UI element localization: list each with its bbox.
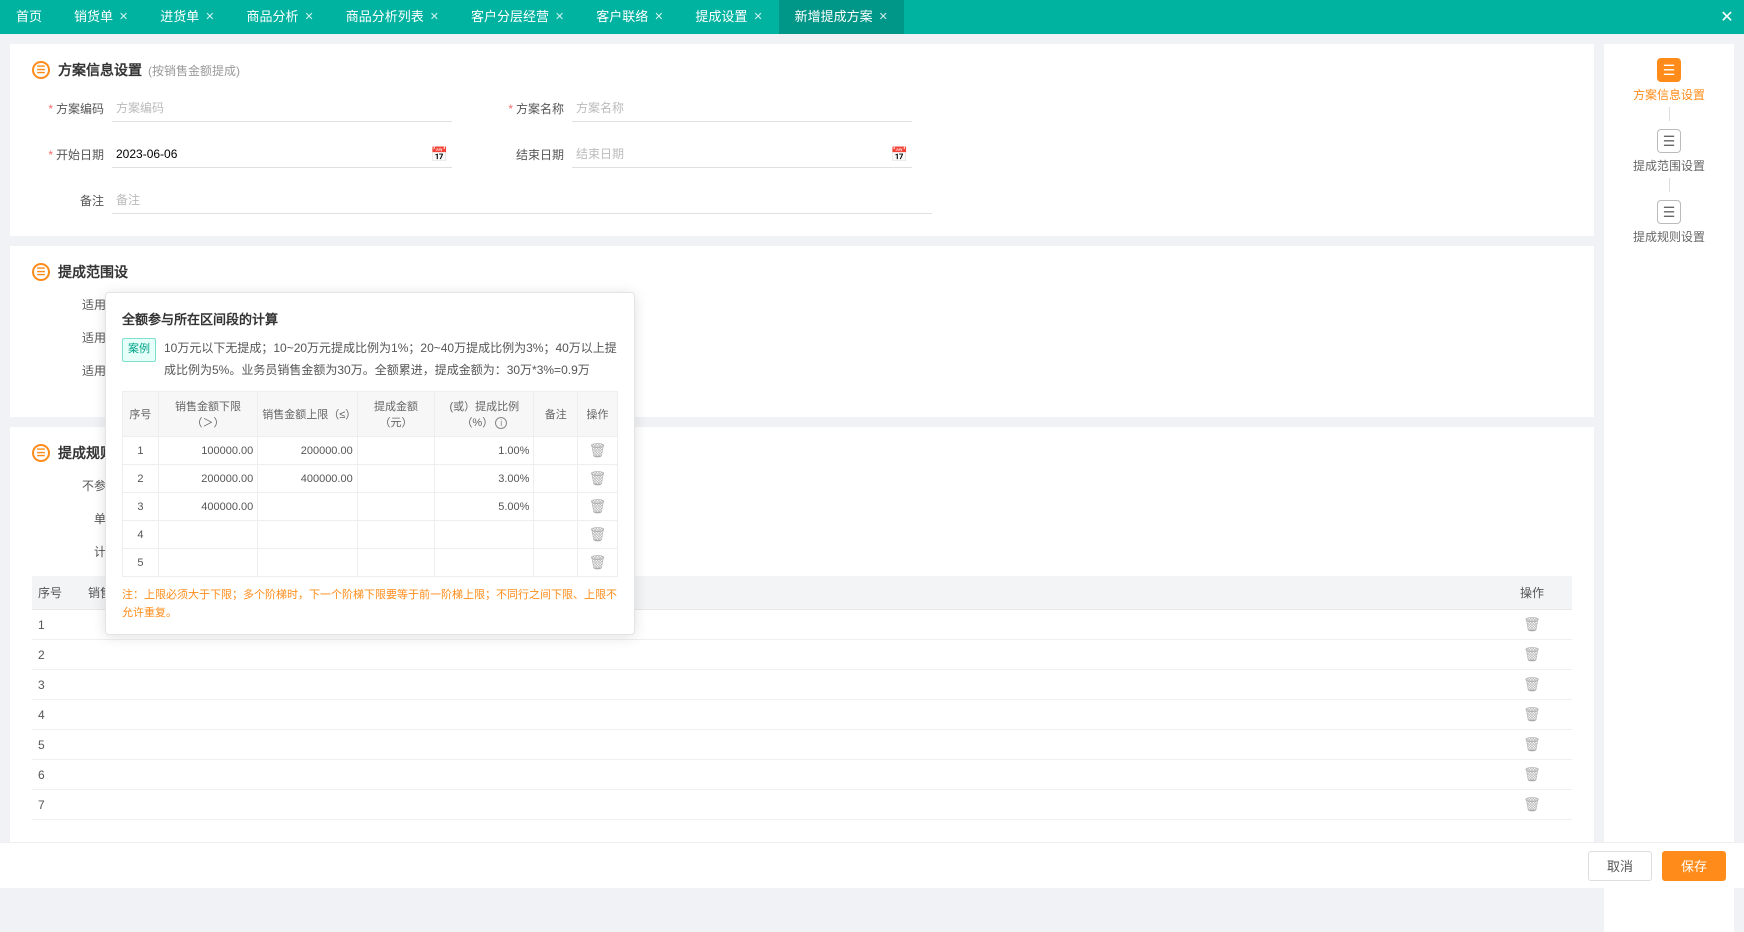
step-icon: ☰ [1657, 200, 1681, 224]
close-icon[interactable]: ✕ [119, 0, 128, 34]
table-row: 5 🗑 [123, 549, 618, 577]
section-title: ☰ 方案信息设置 (按销售金额提成) [32, 60, 1572, 80]
table-row: 5 🗑 [32, 730, 1572, 760]
tab-sales-order[interactable]: 销货单✕ [58, 0, 144, 34]
col-idx: 序号 [32, 576, 82, 610]
tab-commission-settings[interactable]: 提成设置✕ [679, 0, 778, 34]
table-row: 6 🗑 [32, 760, 1572, 790]
tab-customer-contact[interactable]: 客户联络✕ [580, 0, 679, 34]
tab-purchase-order[interactable]: 进货单✕ [144, 0, 230, 34]
table-row: 4 🗑 [123, 521, 618, 549]
cancel-button[interactable]: 取消 [1588, 851, 1652, 881]
close-icon[interactable]: ✕ [753, 0, 762, 34]
table-row: 2 🗑 [32, 640, 1572, 670]
tab-customer-tier[interactable]: 客户分层经营✕ [455, 0, 580, 34]
example-tag: 案例 [122, 338, 156, 362]
close-icon[interactable]: ✕ [205, 0, 214, 34]
close-icon[interactable]: ✕ [654, 0, 663, 34]
table-row: 3 🗑 [32, 670, 1572, 700]
rail-step-2[interactable]: ☰ 提成范围设置 [1604, 129, 1734, 174]
col-op: 操作 [1492, 576, 1572, 610]
tab-home[interactable]: 首页 [0, 0, 58, 34]
delete-icon[interactable]: 🗑 [1523, 676, 1541, 692]
table-row: 4 🗑 [32, 700, 1572, 730]
section-plan-info: ☰ 方案信息设置 (按销售金额提成) *方案编码 *方案名称 *开始日期 [10, 44, 1594, 236]
delete-icon[interactable]: 🗑 [1523, 796, 1541, 812]
delete-icon[interactable]: 🗑 [1523, 616, 1541, 632]
delete-icon[interactable]: 🗑 [589, 498, 607, 514]
plan-code-input[interactable] [112, 94, 452, 122]
close-icon[interactable]: ✕ [555, 0, 564, 34]
step-rail: ☰ 方案信息设置 ☰ 提成范围设置 ☰ 提成规则设置 [1604, 44, 1734, 932]
col-remark: 备注 [572, 576, 1492, 610]
delete-icon[interactable]: 🗑 [1523, 736, 1541, 752]
info-icon: i [495, 417, 507, 429]
step-icon: ☰ [1657, 129, 1681, 153]
section-title: ☰ 提成范围设 [32, 262, 1572, 282]
tooltip-title: 全额参与所在区间段的计算 [122, 309, 618, 328]
table-row: 3 400000.00 5.00% 🗑 [123, 493, 618, 521]
table-row: 2 200000.00 400000.00 3.00% 🗑 [123, 465, 618, 493]
tabs-bar: 首页 销货单✕ 进货单✕ 商品分析✕ 商品分析列表✕ 客户分层经营✕ 客户联络✕… [0, 0, 1744, 34]
rail-step-1[interactable]: ☰ 方案信息设置 [1604, 58, 1734, 103]
section-icon: ☰ [32, 263, 50, 281]
delete-icon[interactable]: 🗑 [589, 470, 607, 486]
end-date-label: 结束日期 [516, 148, 564, 162]
start-date-input[interactable] [112, 140, 452, 168]
table-row: 7 🗑 [32, 790, 1572, 820]
end-date-input[interactable] [572, 140, 912, 168]
rail-step-3[interactable]: ☰ 提成规则设置 [1604, 200, 1734, 245]
section-icon: ☰ [32, 61, 50, 79]
example-table: 序号 销售金额下限（＞） 销售金额上限（≤） 提成金额（元） (或）提成比例（%… [122, 391, 618, 577]
tab-product-analysis[interactable]: 商品分析✕ [230, 0, 329, 34]
plan-name-label: 方案名称 [516, 102, 564, 116]
delete-icon[interactable]: 🗑 [589, 526, 607, 542]
close-icon[interactable]: ✕ [305, 0, 314, 34]
plan-name-input[interactable] [572, 94, 912, 122]
section-icon: ☰ [32, 444, 50, 462]
table-row: 1 100000.00 200000.00 1.00% 🗑 [123, 437, 618, 465]
tab-product-analysis-list[interactable]: 商品分析列表✕ [330, 0, 455, 34]
delete-icon[interactable]: 🗑 [589, 442, 607, 458]
delete-icon[interactable]: 🗑 [589, 554, 607, 570]
tooltip-note: 注：上限必须大于下限；多个阶梯时，下一个阶梯下限要等于前一阶梯上限；不同行之间下… [122, 587, 618, 622]
tooltip-desc: 10万元以下无提成；10~20万元提成比例为1%；20~40万提成比例为3%；4… [164, 338, 618, 381]
close-icon[interactable]: ✕ [430, 0, 439, 34]
delete-icon[interactable]: 🗑 [1523, 706, 1541, 722]
start-date-label: 开始日期 [56, 148, 104, 162]
delete-icon[interactable]: 🗑 [1523, 766, 1541, 782]
remark-input[interactable] [112, 186, 932, 214]
plan-code-label: 方案编码 [56, 102, 104, 116]
example-tooltip: 全额参与所在区间段的计算 案例 10万元以下无提成；10~20万元提成比例为1%… [105, 292, 635, 635]
close-icon[interactable]: ✕ [879, 0, 888, 34]
tab-new-commission-plan[interactable]: 新增提成方案✕ [779, 0, 904, 34]
close-all-tabs-button[interactable]: ✕ [1710, 7, 1744, 27]
save-button[interactable]: 保存 [1662, 851, 1726, 881]
delete-icon[interactable]: 🗑 [1523, 646, 1541, 662]
step-icon: ☰ [1657, 58, 1681, 82]
remark-label: 备注 [80, 194, 104, 208]
footer-actions: 取消 保存 [0, 842, 1744, 888]
